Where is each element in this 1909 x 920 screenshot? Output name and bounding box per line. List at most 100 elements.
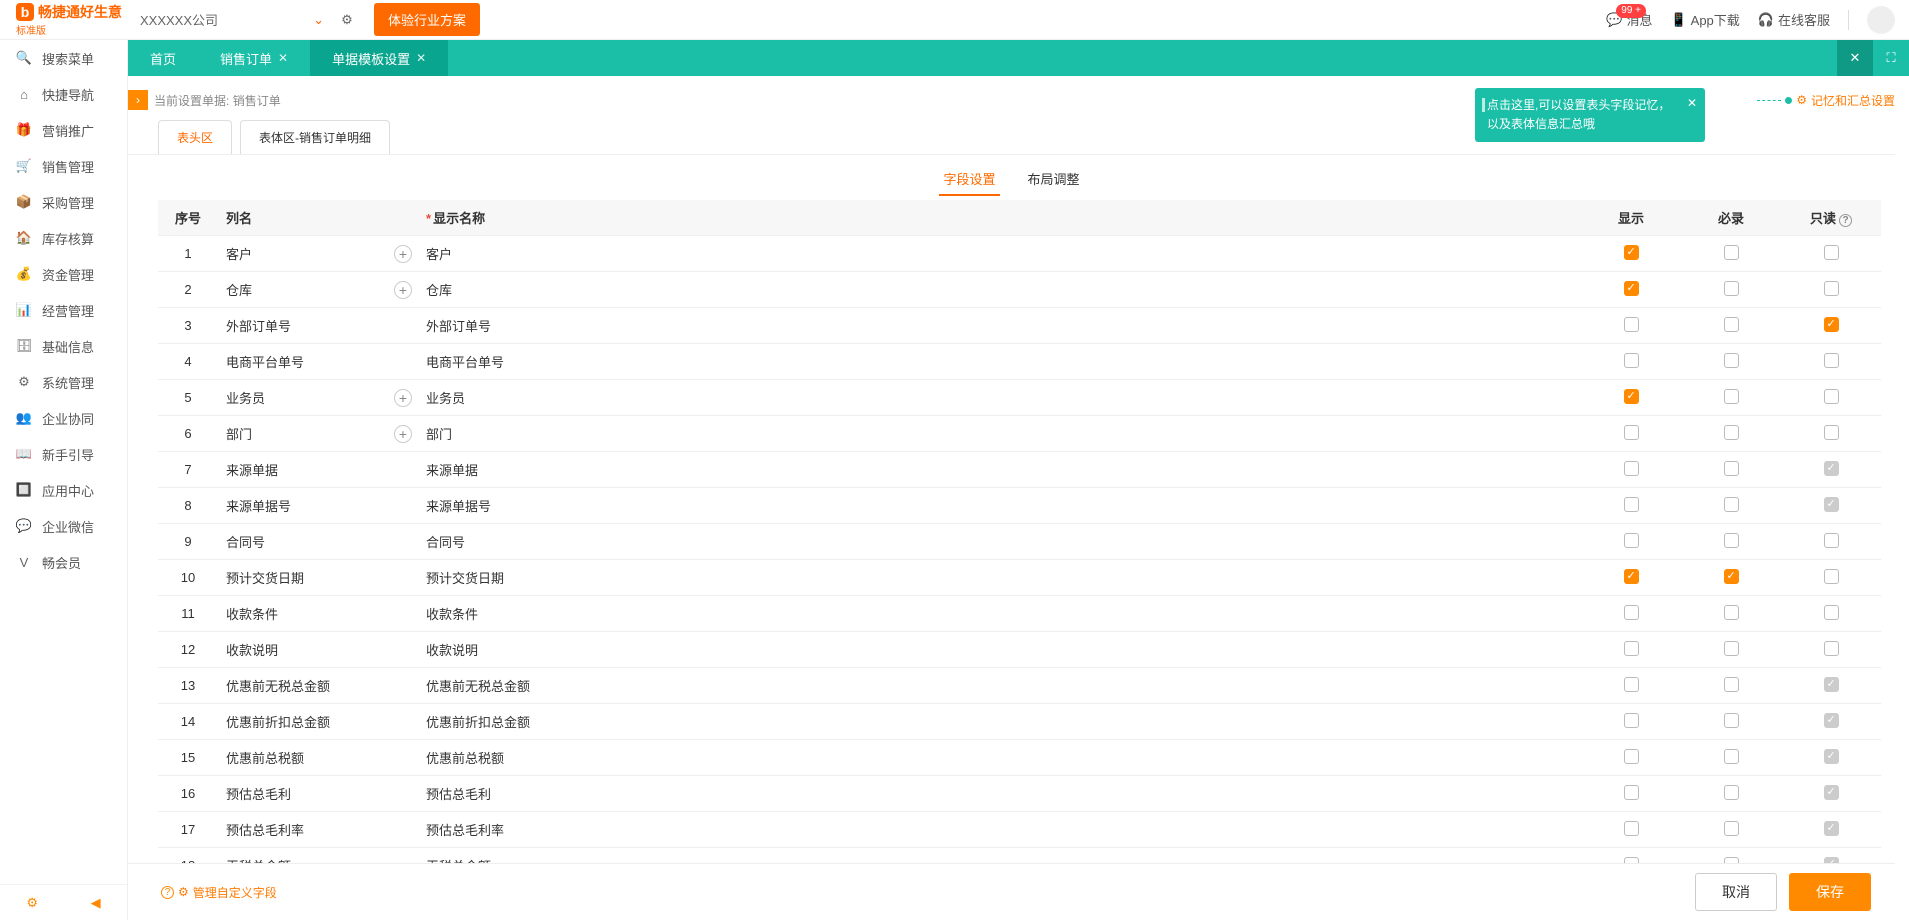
checkbox[interactable]	[1724, 317, 1739, 332]
memory-summary-link[interactable]: ⚙ 记忆和汇总设置	[1757, 92, 1895, 109]
checkbox[interactable]	[1724, 857, 1739, 865]
row-display-name[interactable]: 客户	[418, 236, 1581, 272]
company-selector[interactable]: XXXXXX公司 ⌄	[132, 5, 332, 35]
checkbox[interactable]	[1724, 749, 1739, 764]
tab-2[interactable]: 单据模板设置✕	[310, 40, 448, 76]
checkbox[interactable]	[1824, 281, 1839, 296]
sidebar-item-10[interactable]: 👥企业协同	[0, 400, 127, 436]
online-service-button[interactable]: 🎧 在线客服	[1758, 10, 1830, 29]
row-display-name[interactable]: 业务员	[418, 380, 1581, 416]
sidebar-collapse-button[interactable]: ◀	[91, 895, 101, 911]
row-display-name[interactable]: 外部订单号	[418, 308, 1581, 344]
checkbox[interactable]	[1824, 317, 1839, 332]
checkbox[interactable]	[1624, 461, 1639, 476]
checkbox[interactable]	[1624, 785, 1639, 800]
help-icon[interactable]: ?	[1839, 214, 1852, 227]
cancel-button[interactable]: 取消	[1695, 873, 1777, 911]
sub-tab-1[interactable]: 表体区-销售订单明细	[240, 120, 390, 154]
checkbox[interactable]	[1624, 281, 1639, 296]
sidebar-item-7[interactable]: 📊经营管理	[0, 292, 127, 328]
manage-custom-fields-link[interactable]: ? ⚙ 管理自定义字段	[158, 884, 277, 901]
checkbox[interactable]	[1624, 569, 1639, 584]
sidebar-settings-button[interactable]: ⚙	[26, 895, 38, 911]
add-button[interactable]: +	[394, 425, 412, 443]
checkbox[interactable]	[1724, 281, 1739, 296]
checkbox[interactable]	[1724, 461, 1739, 476]
row-display-name[interactable]: 预估总毛利率	[418, 812, 1581, 848]
checkbox[interactable]	[1824, 569, 1839, 584]
user-avatar[interactable]	[1867, 6, 1895, 34]
checkbox[interactable]	[1724, 821, 1739, 836]
row-display-name[interactable]: 预估总毛利	[418, 776, 1581, 812]
checkbox[interactable]	[1624, 857, 1639, 865]
row-display-name[interactable]: 电商平台单号	[418, 344, 1581, 380]
row-display-name[interactable]: 来源单据	[418, 452, 1581, 488]
sidebar-item-2[interactable]: 🎁营销推广	[0, 112, 127, 148]
sidebar-item-5[interactable]: 🏠库存核算	[0, 220, 127, 256]
tab-close-all-button[interactable]: ✕	[1837, 40, 1873, 76]
checkbox[interactable]	[1824, 425, 1839, 440]
row-display-name[interactable]: 优惠前总税额	[418, 740, 1581, 776]
close-icon[interactable]: ✕	[416, 51, 426, 65]
checkbox[interactable]	[1724, 425, 1739, 440]
sidebar-item-0[interactable]: 🔍搜索菜单	[0, 40, 127, 76]
checkbox[interactable]	[1824, 389, 1839, 404]
checkbox[interactable]	[1724, 497, 1739, 512]
checkbox[interactable]	[1824, 245, 1839, 260]
checkbox[interactable]	[1724, 605, 1739, 620]
sidebar-item-9[interactable]: ⚙系统管理	[0, 364, 127, 400]
close-icon[interactable]: ✕	[278, 51, 288, 65]
tab-0[interactable]: 首页	[128, 40, 198, 76]
row-display-name[interactable]: 来源单据号	[418, 488, 1581, 524]
row-display-name[interactable]: 收款条件	[418, 596, 1581, 632]
row-display-name[interactable]: 预计交货日期	[418, 560, 1581, 596]
messages-button[interactable]: 💬 消息 99 +	[1606, 10, 1652, 29]
row-display-name[interactable]: 部门	[418, 416, 1581, 452]
checkbox[interactable]	[1824, 533, 1839, 548]
app-download-button[interactable]: 📱 App下载	[1670, 10, 1739, 29]
checkbox[interactable]	[1624, 353, 1639, 368]
sidebar-item-13[interactable]: 💬企业微信	[0, 508, 127, 544]
sidebar-item-6[interactable]: 💰资金管理	[0, 256, 127, 292]
sidebar-item-3[interactable]: 🛒销售管理	[0, 148, 127, 184]
checkbox[interactable]	[1624, 497, 1639, 512]
checkbox[interactable]	[1624, 425, 1639, 440]
sidebar-item-11[interactable]: 📖新手引导	[0, 436, 127, 472]
sidebar-item-8[interactable]: 🗄基础信息	[0, 328, 127, 364]
row-display-name[interactable]: 无税总金额	[418, 848, 1581, 865]
add-button[interactable]: +	[394, 389, 412, 407]
tab-expand-button[interactable]: ⛶	[1873, 40, 1909, 76]
checkbox[interactable]	[1624, 317, 1639, 332]
sidebar-item-12[interactable]: 🔲应用中心	[0, 472, 127, 508]
add-button[interactable]: +	[394, 245, 412, 263]
checkbox[interactable]	[1624, 389, 1639, 404]
row-display-name[interactable]: 收款说明	[418, 632, 1581, 668]
checkbox[interactable]	[1724, 641, 1739, 656]
save-button[interactable]: 保存	[1789, 873, 1871, 911]
trial-plan-button[interactable]: 体验行业方案	[374, 3, 480, 36]
row-display-name[interactable]: 优惠前折扣总金额	[418, 704, 1581, 740]
inner-tab-1[interactable]: 布局调整	[1024, 163, 1084, 196]
checkbox[interactable]	[1724, 677, 1739, 692]
row-display-name[interactable]: 合同号	[418, 524, 1581, 560]
checkbox[interactable]	[1724, 245, 1739, 260]
checkbox[interactable]	[1624, 749, 1639, 764]
inner-tab-0[interactable]: 字段设置	[939, 163, 999, 196]
row-display-name[interactable]: 优惠前无税总金额	[418, 668, 1581, 704]
checkbox[interactable]	[1624, 245, 1639, 260]
add-button[interactable]: +	[394, 281, 412, 299]
checkbox[interactable]	[1624, 641, 1639, 656]
tab-1[interactable]: 销售订单✕	[198, 40, 310, 76]
checkbox[interactable]	[1824, 641, 1839, 656]
sidebar-item-14[interactable]: V畅会员	[0, 544, 127, 580]
settings-gear-button[interactable]: ⚙	[332, 5, 362, 35]
checkbox[interactable]	[1724, 569, 1739, 584]
notice-expand-button[interactable]: ›	[128, 90, 148, 110]
checkbox[interactable]	[1624, 821, 1639, 836]
hint-popup-close-button[interactable]: ✕	[1687, 94, 1697, 113]
checkbox[interactable]	[1824, 605, 1839, 620]
checkbox[interactable]	[1624, 677, 1639, 692]
checkbox[interactable]	[1724, 353, 1739, 368]
checkbox[interactable]	[1724, 533, 1739, 548]
checkbox[interactable]	[1624, 713, 1639, 728]
